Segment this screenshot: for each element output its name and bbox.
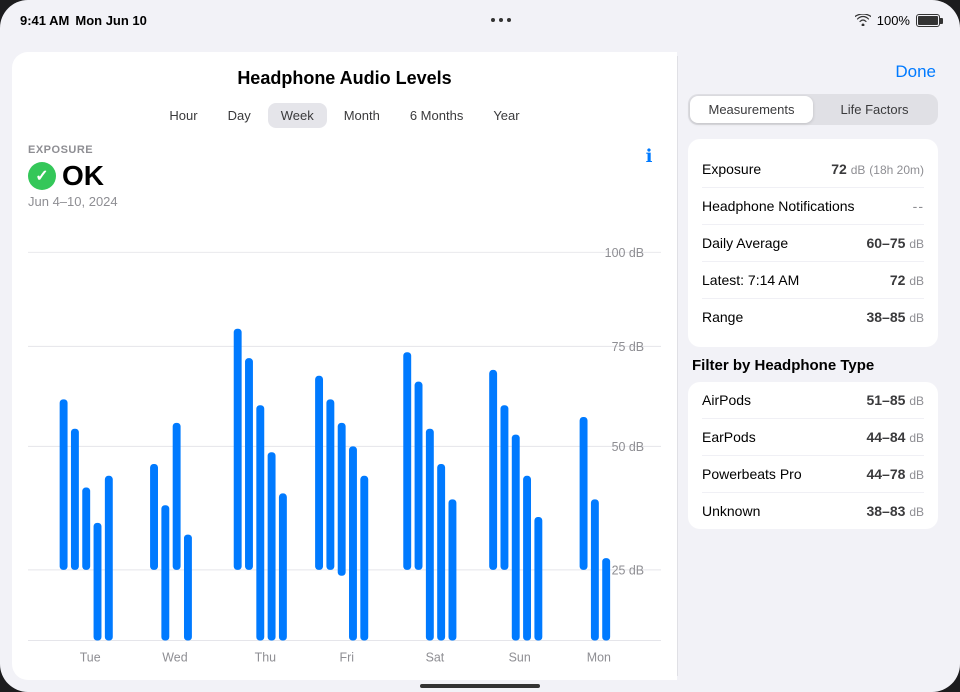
filter-value-unknown: 38–83 dB <box>866 503 924 519</box>
svg-text:50 dB: 50 dB <box>612 440 644 454</box>
chart-svg: 100 dB 75 dB 50 dB 25 dB <box>28 217 661 664</box>
stat-value-notifications: -- <box>913 198 924 214</box>
exposure-ok-text: OK <box>62 160 104 192</box>
status-date: Mon Jun 10 <box>75 13 147 28</box>
filter-row-unknown: Unknown 38–83 dB <box>702 493 924 529</box>
filter-row-powerbeats: Powerbeats Pro 44–78 dB <box>702 456 924 493</box>
chart-container: 100 dB 75 dB 50 dB 25 dB <box>28 217 661 664</box>
exposure-label: EXPOSURE <box>28 144 661 156</box>
right-panel: Done Measurements Life Factors Exposure … <box>678 52 948 680</box>
stat-label-daily-avg: Daily Average <box>702 235 788 251</box>
filter-label-unknown: Unknown <box>702 503 760 519</box>
status-center <box>491 18 511 22</box>
stat-value-latest: 72 dB <box>890 272 924 288</box>
filter-value-airpods: 51–85 dB <box>866 392 924 408</box>
stat-label-latest: Latest: 7:14 AM <box>702 272 799 288</box>
page-title: Headphone Audio Levels <box>28 68 661 89</box>
done-button[interactable]: Done <box>895 62 936 82</box>
time-btn-6months[interactable]: 6 Months <box>397 103 476 128</box>
dot1 <box>491 18 495 22</box>
status-time: 9:41 AM <box>20 13 69 28</box>
right-header: Done <box>678 52 948 94</box>
filter-value-powerbeats: 44–78 dB <box>866 466 924 482</box>
svg-text:100 dB: 100 dB <box>605 246 644 260</box>
green-check-icon: ✓ <box>28 162 56 190</box>
time-btn-day[interactable]: Day <box>215 103 264 128</box>
time-btn-week[interactable]: Week <box>268 103 327 128</box>
stat-row-range: Range 38–85 dB <box>702 299 924 335</box>
filter-label-earpods: EarPods <box>702 429 756 445</box>
status-left: 9:41 AM Mon Jun 10 <box>20 13 147 28</box>
svg-text:Mon: Mon <box>587 650 611 664</box>
svg-text:Tue: Tue <box>80 650 101 664</box>
status-bar: 9:41 AM Mon Jun 10 100% <box>0 0 960 40</box>
wifi-icon <box>855 14 871 26</box>
time-btn-hour[interactable]: Hour <box>156 103 210 128</box>
exposure-status: ✓ OK <box>28 160 661 192</box>
svg-text:75 dB: 75 dB <box>612 340 644 354</box>
stat-row-notifications: Headphone Notifications -- <box>702 188 924 225</box>
filter-label-powerbeats: Powerbeats Pro <box>702 466 802 482</box>
svg-text:Thu: Thu <box>255 650 276 664</box>
stat-label-notifications: Headphone Notifications <box>702 198 855 214</box>
svg-text:Wed: Wed <box>162 650 187 664</box>
ipad-frame: 9:41 AM Mon Jun 10 100% Headphone <box>0 0 960 692</box>
filter-row-airpods: AirPods 51–85 dB <box>702 382 924 419</box>
date-range: Jun 4–10, 2024 <box>28 194 661 209</box>
time-selector: Hour Day Week Month 6 Months Year <box>28 103 661 128</box>
stat-row-latest: Latest: 7:14 AM 72 dB <box>702 262 924 299</box>
left-panel: Headphone Audio Levels Hour Day Week Mon… <box>12 52 677 680</box>
dot3 <box>507 18 511 22</box>
stat-value-exposure: 72 dB (18h 20m) <box>831 161 924 177</box>
time-btn-month[interactable]: Month <box>331 103 393 128</box>
stat-row-exposure: Exposure 72 dB (18h 20m) <box>702 151 924 188</box>
tab-selector: Measurements Life Factors <box>688 94 938 125</box>
battery-percentage: 100% <box>877 13 910 28</box>
tab-measurements[interactable]: Measurements <box>690 96 813 123</box>
stat-label-exposure: Exposure <box>702 161 761 177</box>
filter-value-earpods: 44–84 dB <box>866 429 924 445</box>
tab-life-factors[interactable]: Life Factors <box>813 96 936 123</box>
status-right: 100% <box>855 13 940 28</box>
stat-label-range: Range <box>702 309 743 325</box>
filter-label-airpods: AirPods <box>702 392 751 408</box>
battery-fill <box>918 16 938 25</box>
time-btn-year[interactable]: Year <box>480 103 532 128</box>
svg-text:Fri: Fri <box>340 650 354 664</box>
svg-text:Sat: Sat <box>426 650 445 664</box>
dot2 <box>499 18 503 22</box>
filter-section-title: Filter by Headphone Type <box>688 357 938 374</box>
svg-text:Sun: Sun <box>509 650 531 664</box>
stat-value-daily-avg: 60–75 dB <box>866 235 924 251</box>
filter-card: AirPods 51–85 dB EarPods 44–84 dB Powerb… <box>688 382 938 529</box>
stat-row-daily-avg: Daily Average 60–75 dB <box>702 225 924 262</box>
measurements-card: Exposure 72 dB (18h 20m) Headphone Notif… <box>688 139 938 347</box>
svg-text:25 dB: 25 dB <box>612 563 644 577</box>
filter-row-earpods: EarPods 44–84 dB <box>702 419 924 456</box>
content-area: Headphone Audio Levels Hour Day Week Mon… <box>0 40 960 692</box>
stat-value-range: 38–85 dB <box>866 309 924 325</box>
home-indicator <box>420 684 540 688</box>
battery-icon <box>916 14 940 27</box>
info-button[interactable]: ℹ <box>637 144 661 168</box>
